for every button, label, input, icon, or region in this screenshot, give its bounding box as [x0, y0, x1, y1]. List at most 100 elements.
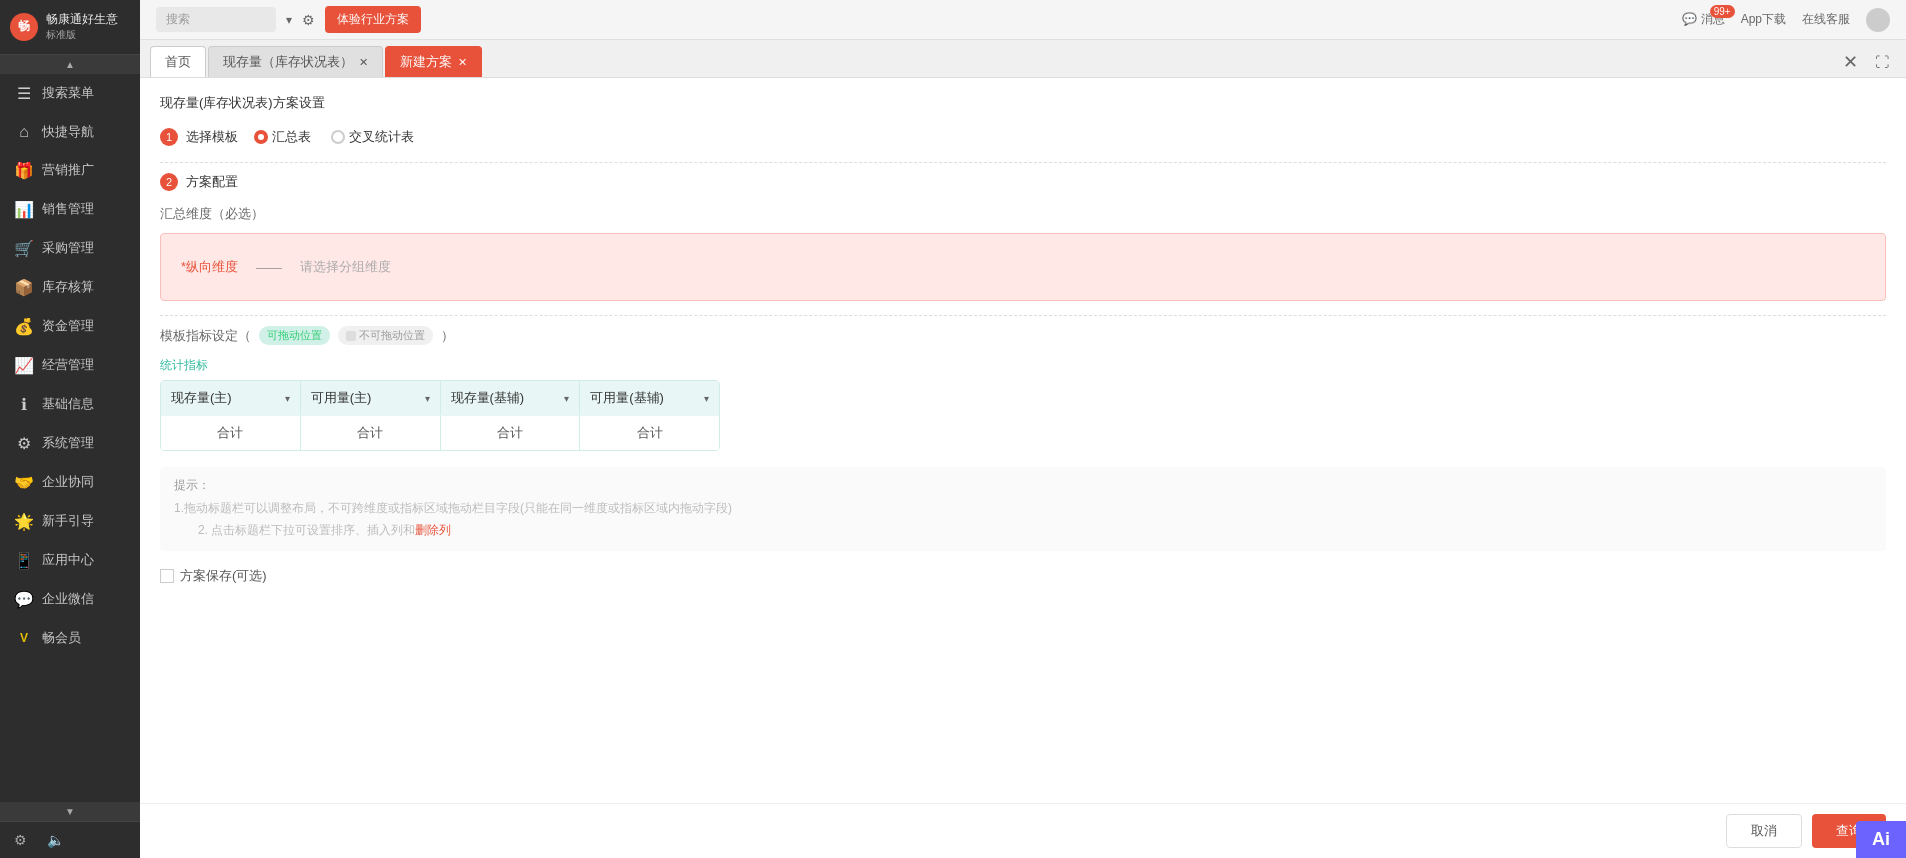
sidebar: 畅 畅康通好生意 标准版 ▲ ☰ 搜索菜单 ⌂ 快捷导航 🎁 营销推广 📊 销售…: [0, 0, 140, 858]
stats-table: 现存量(主) ▾ 可用量(主) ▾ 现存量(基辅) ▾ 可用量(基辅): [160, 380, 720, 451]
save-option: 方案保存(可选): [160, 567, 1886, 585]
sidebar-item-vip[interactable]: V 畅会员: [0, 619, 140, 657]
sidebar-item-newbie[interactable]: 🌟 新手引导: [0, 502, 140, 541]
stats-col-2-header[interactable]: 可用量(主) ▾: [301, 381, 441, 415]
message-badge[interactable]: 💬 消息 99+: [1682, 11, 1724, 28]
sidebar-item-management[interactable]: 📈 经营管理: [0, 346, 140, 385]
management-icon: 📈: [14, 356, 34, 375]
dimension-box[interactable]: *纵向维度 —— 请选择分组维度: [160, 233, 1886, 301]
stats-col-1-label: 现存量(主): [171, 389, 232, 407]
volume-icon[interactable]: 🔈: [47, 832, 64, 848]
sidebar-item-enterprise[interactable]: 🤝 企业协同: [0, 463, 140, 502]
radio-cross-table[interactable]: 交叉统计表: [331, 128, 414, 146]
section1-title: 选择模板: [186, 128, 238, 146]
tips-item-2-text: 2. 点击标题栏下拉可设置排序、插入列和删除列: [174, 523, 451, 537]
sidebar-item-inventory[interactable]: 📦 库存核算: [0, 268, 140, 307]
settings-icon[interactable]: ⚙: [14, 832, 27, 848]
stats-col-2-dropdown[interactable]: ▾: [425, 393, 430, 404]
stats-col-3-header[interactable]: 现存量(基辅) ▾: [441, 381, 581, 415]
stats-section: 统计指标 现存量(主) ▾ 可用量(主) ▾ 现存量(基辅): [160, 357, 1886, 451]
sidebar-item-label: 资金管理: [42, 317, 94, 335]
indicator-settings-label: 模板指标设定（ 可拖动位置 不可拖动位置 ）: [160, 326, 1886, 345]
radio-summary-label: 汇总表: [272, 128, 311, 146]
search-bar[interactable]: 搜索: [156, 7, 276, 32]
header-right: 💬 消息 99+ App下载 在线客服: [1682, 8, 1890, 32]
tab-new-scheme[interactable]: 新建方案 ✕: [385, 46, 482, 77]
non-draggable-badge: 不可拖动位置: [338, 326, 433, 345]
sidebar-item-marketing[interactable]: 🎁 营销推广: [0, 151, 140, 190]
sidebar-item-label: 经营管理: [42, 356, 94, 374]
sidebar-scroll-down[interactable]: ▼: [0, 802, 140, 821]
draggable-badge: 可拖动位置: [259, 326, 330, 345]
section2-title: 方案配置: [186, 173, 238, 191]
stats-col-1-dropdown[interactable]: ▾: [285, 393, 290, 404]
tips-title: 提示：: [174, 477, 1872, 494]
tab-new-scheme-close-icon[interactable]: ✕: [458, 56, 467, 69]
trial-button[interactable]: 体验行业方案: [325, 6, 421, 33]
sidebar-item-search[interactable]: ☰ 搜索菜单: [0, 74, 140, 113]
info-icon: ℹ: [14, 395, 34, 414]
customer-service-link[interactable]: 在线客服: [1802, 11, 1850, 28]
save-checkbox[interactable]: [160, 569, 174, 583]
sales-icon: 📊: [14, 200, 34, 219]
stats-data-cell-3: 合计: [441, 416, 581, 450]
tips-item-2: 2. 点击标题栏下拉可设置排序、插入列和删除列: [174, 520, 1872, 542]
sidebar-item-finance[interactable]: 💰 资金管理: [0, 307, 140, 346]
sidebar-item-label: 搜索菜单: [42, 84, 94, 102]
stats-col-3-label: 现存量(基辅): [451, 389, 525, 407]
radio-summary-table[interactable]: 汇总表: [254, 128, 311, 146]
stats-data-row: 合计 合计 合计 合计: [161, 415, 719, 450]
tab-inventory[interactable]: 现存量（库存状况表） ✕: [208, 46, 383, 77]
sidebar-item-purchase[interactable]: 🛒 采购管理: [0, 229, 140, 268]
template-radio-group: 汇总表 交叉统计表: [254, 128, 414, 146]
avatar[interactable]: [1866, 8, 1890, 32]
divider-1: [160, 162, 1886, 163]
home-icon: ⌂: [14, 123, 34, 141]
sidebar-item-system[interactable]: ⚙ 系统管理: [0, 424, 140, 463]
radio-cross-label: 交叉统计表: [349, 128, 414, 146]
sidebar-scroll-up[interactable]: ▲: [0, 55, 140, 74]
enterprise-icon: 🤝: [14, 473, 34, 492]
stats-col-4-header[interactable]: 可用量(基辅) ▾: [580, 381, 719, 415]
stats-col-3-dropdown[interactable]: ▾: [564, 393, 569, 404]
page-title: 现存量(库存状况表)方案设置: [160, 94, 1886, 112]
sidebar-nav: ☰ 搜索菜单 ⌂ 快捷导航 🎁 营销推广 📊 销售管理 🛒 采购管理 📦 库存核…: [0, 74, 140, 802]
sidebar-item-apps[interactable]: 📱 应用中心: [0, 541, 140, 580]
ai-badge[interactable]: Ai: [1856, 821, 1906, 858]
stats-data-cell-2: 合计: [301, 416, 441, 450]
tab-home[interactable]: 首页: [150, 46, 206, 77]
search-menu-icon: ☰: [14, 84, 34, 103]
dimension-placeholder: 请选择分组维度: [300, 258, 391, 276]
apps-icon: 📱: [14, 551, 34, 570]
tab-close-button[interactable]: ✕: [1836, 48, 1864, 76]
summary-dimension-label: 汇总维度（必选）: [160, 205, 1886, 223]
indicator-close-paren: ）: [441, 327, 454, 345]
header-gear-icon[interactable]: ⚙: [302, 12, 315, 28]
tab-inventory-close-icon[interactable]: ✕: [359, 56, 368, 69]
sidebar-item-quicknav[interactable]: ⌂ 快捷导航: [0, 113, 140, 151]
save-option-label: 方案保存(可选): [180, 567, 267, 585]
section2-num: 2: [160, 173, 178, 191]
header-dropdown[interactable]: ▾: [286, 13, 292, 27]
delete-highlight: 删除列: [415, 523, 451, 537]
sidebar-item-wechat[interactable]: 💬 企业微信: [0, 580, 140, 619]
finance-icon: 💰: [14, 317, 34, 336]
required-mark: *纵向维度: [181, 258, 238, 276]
gift-icon: 🎁: [14, 161, 34, 180]
section-choose-template: 1 选择模板 汇总表 交叉统计表: [160, 128, 1886, 146]
stats-col-1-header[interactable]: 现存量(主) ▾: [161, 381, 301, 415]
tab-expand-button[interactable]: ⛶: [1868, 48, 1896, 76]
stats-label: 统计指标: [160, 357, 1886, 374]
sidebar-item-label: 畅会员: [42, 629, 81, 647]
tab-new-scheme-label: 新建方案: [400, 53, 452, 71]
sidebar-item-sales[interactable]: 📊 销售管理: [0, 190, 140, 229]
tips-item-1: 1.拖动标题栏可以调整布局，不可跨维度或指标区域拖动栏目字段(只能在同一维度或指…: [174, 498, 1872, 520]
sidebar-item-label: 企业协同: [42, 473, 94, 491]
stats-col-4-dropdown[interactable]: ▾: [704, 393, 709, 404]
sidebar-item-basic-info[interactable]: ℹ 基础信息: [0, 385, 140, 424]
section-scheme-config: 2 方案配置 汇总维度（必选） *纵向维度 —— 请选择分组维度 模板指标设定（…: [160, 173, 1886, 551]
tips-section: 提示： 1.拖动标题栏可以调整布局，不可跨维度或指标区域拖动栏目字段(只能在同一…: [160, 467, 1886, 551]
app-download-link[interactable]: App下载: [1741, 11, 1786, 28]
cancel-button[interactable]: 取消: [1726, 814, 1802, 848]
sidebar-item-label: 采购管理: [42, 239, 94, 257]
